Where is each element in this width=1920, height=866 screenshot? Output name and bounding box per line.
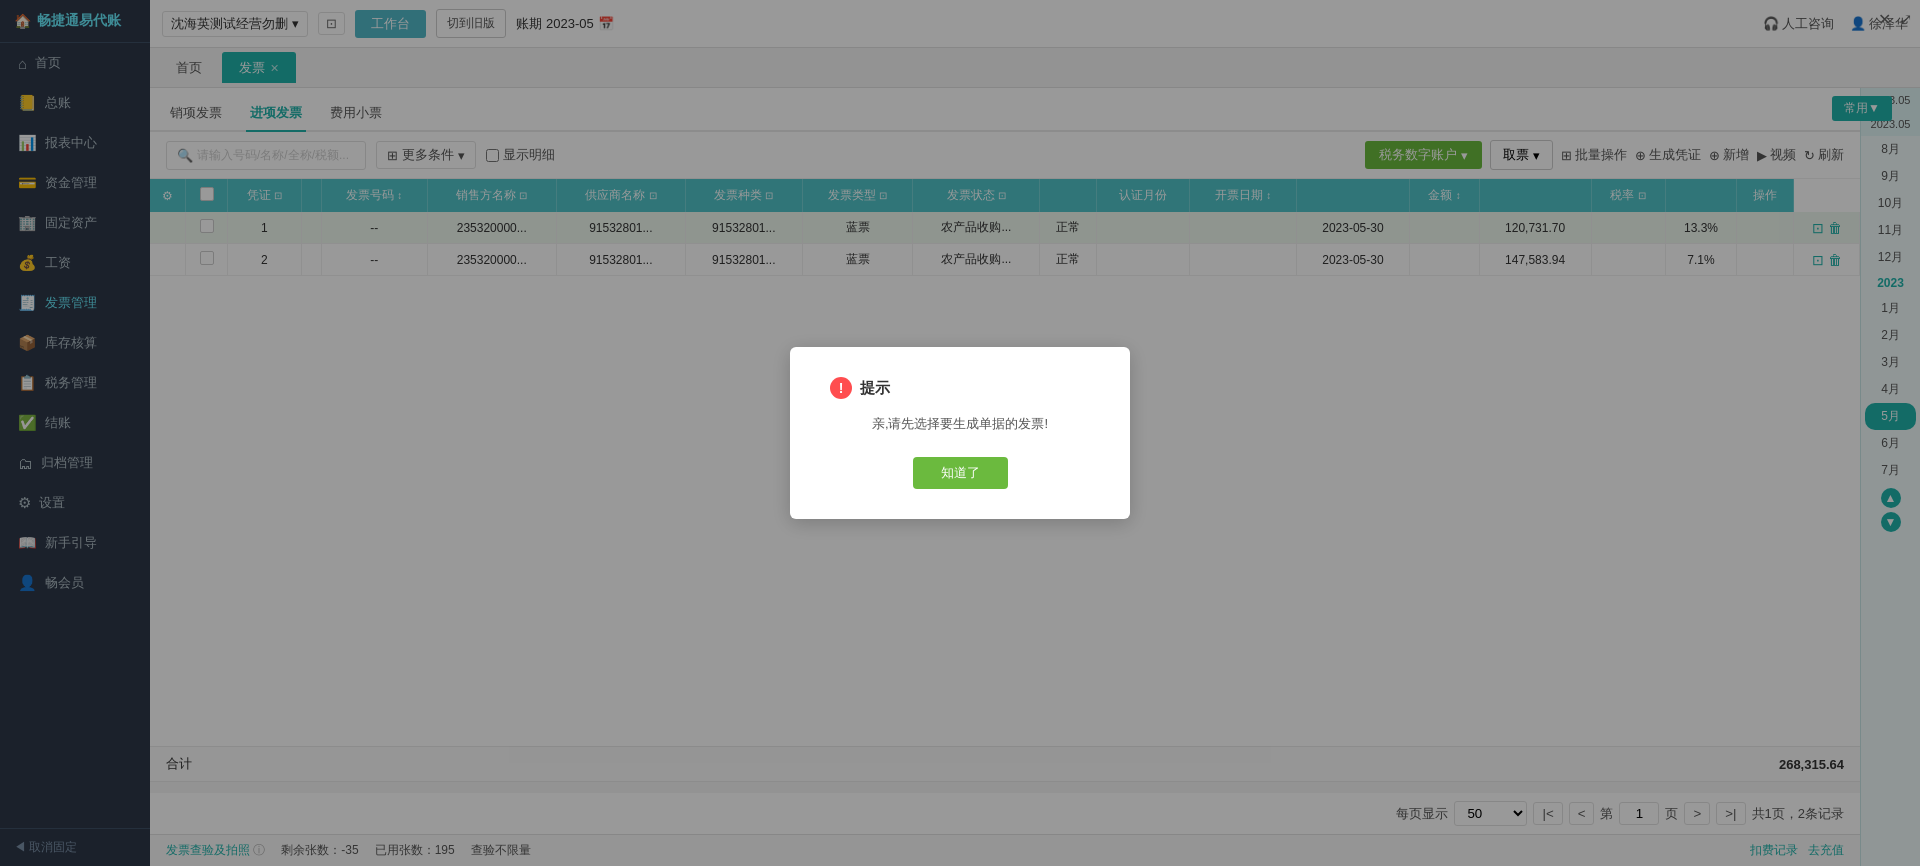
modal-overlay[interactable]: ! 提示 亲,请先选择要生成单据的发票! 知道了: [0, 0, 1920, 866]
modal-title: 提示: [860, 379, 890, 398]
modal-dialog: ! 提示 亲,请先选择要生成单据的发票! 知道了: [790, 347, 1130, 519]
warning-icon: !: [830, 377, 852, 399]
modal-ok-btn[interactable]: 知道了: [913, 457, 1008, 489]
modal-message: 亲,请先选择要生成单据的发票!: [830, 415, 1090, 433]
